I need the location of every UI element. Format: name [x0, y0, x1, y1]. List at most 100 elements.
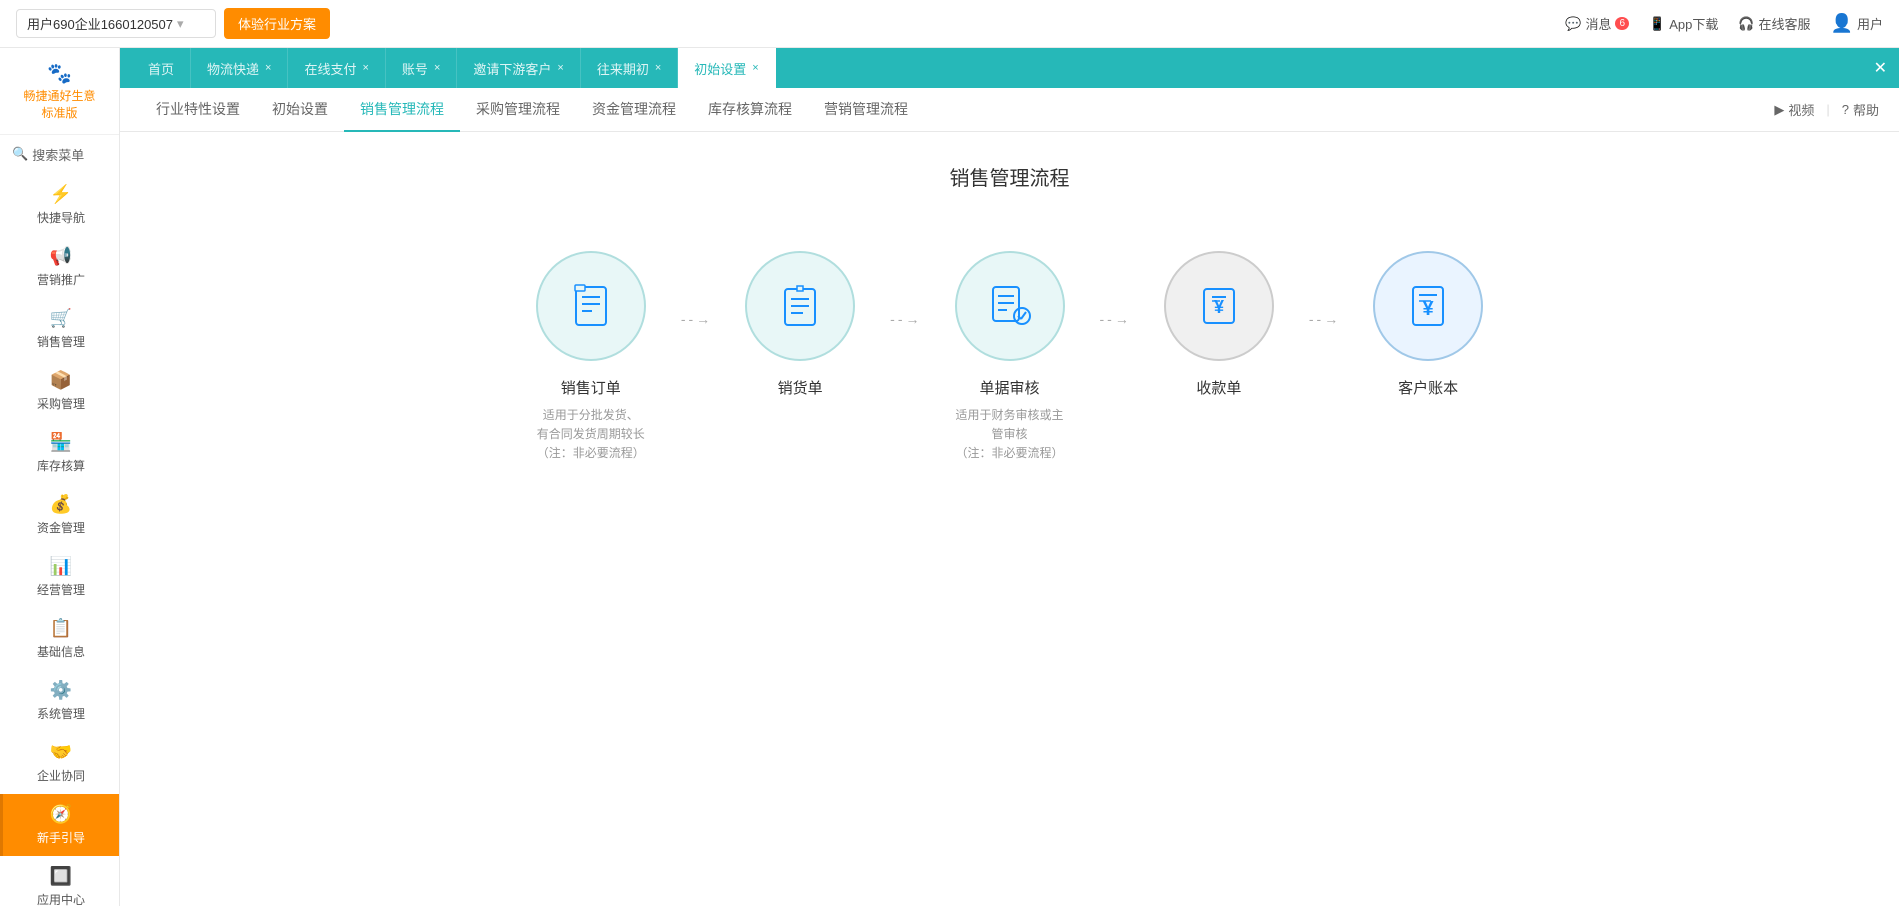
- video-icon: ▶: [1774, 102, 1784, 118]
- sidebar-item-label: 资金管理: [37, 519, 85, 536]
- close-logistics-tab[interactable]: ×: [265, 62, 271, 74]
- sub-tab-init[interactable]: 初始设置: [256, 88, 344, 132]
- audit-icon: [985, 281, 1035, 331]
- trial-button[interactable]: 体验行业方案: [224, 8, 330, 39]
- content-area: 行业特性设置 初始设置 销售管理流程 采购管理流程 资金管理流程: [120, 88, 1899, 906]
- flow-steps: 销售订单 适用于分批发货、有合同发货周期较长（注：非必要流程） - - →: [160, 251, 1859, 464]
- sidebar-item-inventory[interactable]: 🏪 库存核算: [0, 422, 119, 484]
- sidebar-item-label: 企业协同: [37, 767, 85, 784]
- bill-icon: [775, 281, 825, 331]
- basic-icon: 📋: [50, 618, 72, 639]
- sidebar-item-finance[interactable]: 💰 资金管理: [0, 484, 119, 546]
- nav-tab-init[interactable]: 初始设置 ×: [678, 48, 775, 88]
- step-account-circle: ¥: [1373, 251, 1483, 361]
- sidebar-item-label: 基础信息: [37, 643, 85, 660]
- step-receipt: ¥ 收款单: [1129, 251, 1309, 406]
- appstore-icon: 🔲: [50, 866, 72, 887]
- sidebar-item-label: 经营管理: [37, 581, 85, 598]
- purchase-icon: 📦: [50, 370, 72, 391]
- guide-icon: 🧭: [50, 804, 72, 825]
- sidebar-item-basic[interactable]: 📋 基础信息: [0, 608, 119, 670]
- step-audit-name: 单据审核: [979, 377, 1039, 398]
- sidebar-item-label: 快捷导航: [37, 209, 85, 226]
- step-sales-bill: 销货单: [710, 251, 890, 406]
- sidebar-item-label: 系统管理: [37, 705, 85, 722]
- flow-container: 销售管理流程 销售订单: [120, 132, 1899, 494]
- sidebar-item-sales[interactable]: 🛒 销售管理: [0, 298, 119, 360]
- sidebar-item-label: 新手引导: [37, 829, 85, 846]
- step-audit-desc: 适用于财务审核或主管审核（注：非必要流程）: [955, 406, 1063, 464]
- nav-tab-logistics[interactable]: 物流快递 ×: [191, 48, 288, 88]
- step-audit: 单据审核 适用于财务审核或主管审核（注：非必要流程）: [920, 251, 1100, 464]
- sub-tab-finance-flow[interactable]: 资金管理流程: [576, 88, 692, 132]
- nav-tab-account[interactable]: 账号 ×: [386, 48, 457, 88]
- quick-nav-icon: ⚡: [50, 184, 72, 205]
- system-icon: ⚙️: [50, 680, 72, 701]
- step-account: ¥ 客户账本: [1338, 251, 1518, 406]
- marketing-icon: 📢: [50, 246, 72, 267]
- sub-tab-inventory-flow[interactable]: 库存核算流程: [692, 88, 808, 132]
- sub-tab-industry[interactable]: 行业特性设置: [140, 88, 256, 132]
- sidebar-item-label: 营销推广: [37, 271, 85, 288]
- sidebar-item-system[interactable]: ⚙️ 系统管理: [0, 670, 119, 732]
- step-sales-order-circle: [536, 251, 646, 361]
- arrow-4: - - →: [1309, 311, 1338, 327]
- step-receipt-name: 收款单: [1196, 377, 1241, 398]
- sidebar-item-marketing[interactable]: 📢 营销推广: [0, 236, 119, 298]
- top-bar-left: 用户690企业1660120507 ▾ 体验行业方案: [16, 8, 330, 39]
- close-payment-tab[interactable]: ×: [362, 62, 368, 74]
- help-icon: ?: [1842, 102, 1849, 117]
- nav-tab-invite[interactable]: 邀请下游客户 ×: [457, 48, 580, 88]
- help-link[interactable]: ? 帮助: [1842, 100, 1879, 119]
- step-sales-order: 销售订单 适用于分批发货、有合同发货周期较长（注：非必要流程）: [501, 251, 681, 464]
- close-period-tab[interactable]: ×: [655, 62, 661, 74]
- arrow-1: - - →: [681, 311, 710, 327]
- sidebar: 🐾 畅捷通好生意 标准版 🔍 搜索菜单 ⚡ 快捷导航 📢 营销推广 🛒 销售管理…: [0, 48, 120, 906]
- step-receipt-circle: ¥: [1164, 251, 1274, 361]
- logo-text-line1: 畅捷通好生意: [23, 88, 95, 105]
- user-selector[interactable]: 用户690企业1660120507 ▾: [16, 9, 216, 38]
- logo-text-line2: 标准版: [23, 105, 95, 122]
- sidebar-item-enterprise[interactable]: 🤝 企业协同: [0, 732, 119, 794]
- sales-icon: 🛒: [50, 308, 72, 329]
- search-icon: 🔍: [12, 146, 28, 162]
- nav-tab-period[interactable]: 往来期初 ×: [581, 48, 678, 88]
- nav-tab-payment[interactable]: 在线支付 ×: [288, 48, 385, 88]
- main-area: 首页 物流快递 × 在线支付 × 账号 × 邀请下游客户 × 往来期初 ×: [120, 48, 1899, 906]
- app-download-link[interactable]: 📱 App下载: [1649, 14, 1718, 33]
- sidebar-item-purchase[interactable]: 📦 采购管理: [0, 360, 119, 422]
- messages-link[interactable]: 💬 消息 6: [1565, 14, 1629, 33]
- download-icon: 📱: [1649, 16, 1665, 32]
- step-account-name: 客户账本: [1398, 377, 1458, 398]
- sub-tab-marketing-flow[interactable]: 营销管理流程: [808, 88, 924, 132]
- video-link[interactable]: ▶ 视频: [1774, 100, 1814, 119]
- close-account-tab[interactable]: ×: [434, 62, 440, 74]
- nav-tab-home[interactable]: 首页: [132, 48, 191, 88]
- sidebar-search[interactable]: 🔍 搜索菜单: [0, 135, 119, 174]
- sidebar-item-operation[interactable]: 📊 经营管理: [0, 546, 119, 608]
- user-label: 用户690企业1660120507: [27, 14, 173, 33]
- sidebar-item-quick-nav[interactable]: ⚡ 快捷导航: [0, 174, 119, 236]
- sidebar-item-guide[interactable]: 🧭 新手引导: [0, 794, 119, 856]
- close-all-tabs[interactable]: ✕: [1874, 58, 1887, 78]
- sidebar-item-label: 库存核算: [37, 457, 85, 474]
- online-service-link[interactable]: 🎧 在线客服: [1738, 14, 1810, 33]
- close-init-tab[interactable]: ×: [752, 62, 758, 74]
- enterprise-icon: 🤝: [50, 742, 72, 763]
- inventory-icon: 🏪: [50, 432, 72, 453]
- sub-tab-purchase-flow[interactable]: 采购管理流程: [460, 88, 576, 132]
- sidebar-item-label: 采购管理: [37, 395, 85, 412]
- message-icon: 💬: [1565, 16, 1581, 32]
- user-menu[interactable]: 👤 用户: [1831, 13, 1883, 34]
- sub-tab-sales-flow[interactable]: 销售管理流程: [344, 88, 460, 132]
- account-icon: ¥: [1403, 281, 1453, 331]
- sub-tabs: 行业特性设置 初始设置 销售管理流程 采购管理流程 资金管理流程: [120, 88, 1899, 132]
- dropdown-icon: ▾: [177, 16, 184, 32]
- service-icon: 🎧: [1738, 16, 1754, 32]
- step-sales-bill-name: 销货单: [778, 377, 823, 398]
- step-sales-order-desc: 适用于分批发货、有合同发货周期较长（注：非必要流程）: [537, 406, 645, 464]
- sidebar-item-appstore[interactable]: 🔲 应用中心: [0, 856, 119, 906]
- top-bar-right: 💬 消息 6 📱 App下载 🎧 在线客服 👤 用户: [1565, 13, 1883, 34]
- close-invite-tab[interactable]: ×: [557, 62, 563, 74]
- sidebar-item-label: 销售管理: [37, 333, 85, 350]
